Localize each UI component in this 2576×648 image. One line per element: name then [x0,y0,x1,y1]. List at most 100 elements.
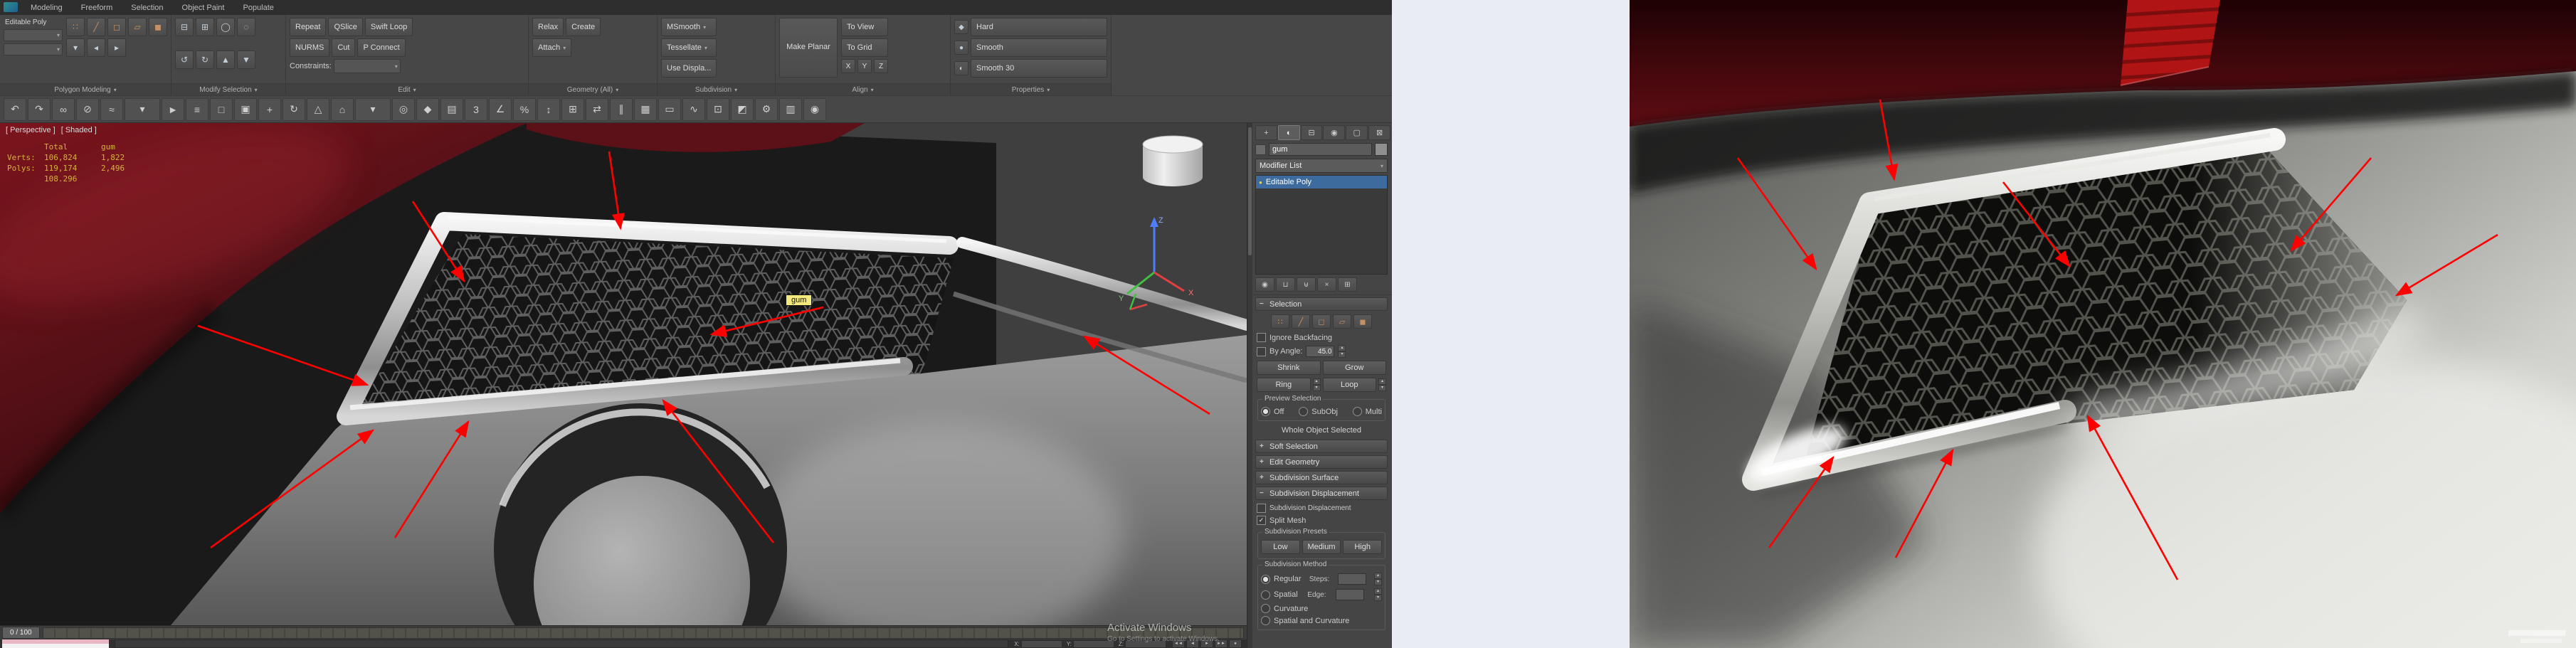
select-and-move-icon[interactable]: + [258,97,281,121]
collapse-stack-icon[interactable]: ▾ [66,38,85,57]
show-end-result-icon[interactable]: ⊔ [1276,277,1295,292]
panel-caption-modify-selection[interactable]: Modify Selection ▾ [171,83,285,95]
qslice-button[interactable]: QSlice [328,18,363,36]
select-and-manipulate-icon[interactable]: ◆ [416,97,439,121]
render-production-icon[interactable]: ◉ [803,97,826,121]
preview-multi-radio[interactable] [1352,407,1362,416]
edge-icon[interactable]: ╱ [87,18,105,36]
by-angle-field[interactable]: 45.0 [1306,346,1335,357]
snap-toggle-icon[interactable]: 3 [465,97,487,121]
select-by-name-icon[interactable]: ≡ [186,97,208,121]
select-object-icon[interactable]: ► [162,97,184,121]
tab-utilities[interactable]: ⊠ [1368,125,1390,140]
scrollbar-thumb[interactable] [1248,127,1252,255]
reference-coordinate-dropdown[interactable]: ▾ [355,97,391,121]
select-and-rotate-icon[interactable]: ↻ [283,97,305,121]
shrink-selection-icon[interactable]: ⊟ [175,18,194,36]
use-displacement-button[interactable]: Use Displa... [661,59,717,78]
render-setup-icon[interactable]: ⚙ [755,97,778,121]
loop-shrink-icon[interactable]: ↻ [196,50,214,69]
edge-field[interactable] [1336,589,1365,600]
material-editor-icon[interactable]: ◩ [731,97,754,121]
use-pivot-center-icon[interactable]: ◎ [392,97,415,121]
curve-editor-icon[interactable]: ∿ [682,97,705,121]
make-planar-y-button[interactable]: Y [857,59,872,73]
ring-selection-icon[interactable]: ◌ [237,18,255,36]
make-planar-x-button[interactable]: X [841,59,855,73]
align-icon[interactable]: ∥ [610,97,633,121]
attach-button[interactable]: Attach ▾ [532,38,572,57]
loop-button[interactable]: Loop [1322,378,1376,392]
steps-field[interactable] [1337,573,1366,585]
method-spatial-radio[interactable] [1261,590,1270,600]
modifier-stack-mini-dropdown[interactable]: ▾ [4,29,63,41]
perspective-viewport[interactable]: X Y Z [ Perspective ] [ Shaded ] Total g… [0,123,1247,625]
viewport-shading-label[interactable]: [ Shaded ] [61,126,97,134]
tab-display[interactable]: ▢ [1346,125,1368,140]
edit-named-selections-icon[interactable]: ⊞ [561,97,584,121]
to-view-button[interactable]: To View [841,18,888,36]
vertex-icon[interactable]: ∷ [66,18,85,36]
by-angle-spinner[interactable]: ▴ ▾ [1338,345,1346,358]
coordinate-field[interactable] [1020,639,1062,648]
polygon-icon[interactable]: ▱ [128,18,147,36]
ribbon-tab[interactable]: Selection [122,0,172,15]
bind-to-space-warp-icon[interactable]: ≈ [100,97,123,121]
rendered-frame-icon[interactable]: ▥ [779,97,802,121]
time-slider-handle[interactable]: 0 / 100 [2,627,40,639]
timeline-ruler[interactable] [42,627,1244,639]
panel-caption-geometry[interactable]: Geometry (All) ▾ [529,83,657,95]
modifier-stack[interactable]: ● Editable Poly [1255,175,1388,275]
undo-icon[interactable]: ↶ [4,97,26,121]
split-mesh-checkbox[interactable]: ✓ [1257,516,1266,525]
rectangular-selection-icon[interactable]: □ [210,97,233,121]
coordinate-field[interactable] [1072,639,1114,648]
next-modifier-icon[interactable]: ▸ [107,38,126,57]
make-unique-icon[interactable]: ⊎ [1297,277,1316,292]
angle-snap-icon[interactable]: ∠ [489,97,512,121]
stack-item-editable-poly[interactable]: ● Editable Poly [1256,176,1387,188]
shrink-button[interactable]: Shrink [1257,361,1321,375]
nurms-button[interactable]: NURMS [290,38,330,57]
swift-loop-button[interactable]: Swift Loop [364,18,413,36]
toggle-ribbon-icon[interactable]: ▭ [658,97,681,121]
preview-mini-dropdown[interactable]: ▾ [4,43,63,55]
by-angle-checkbox[interactable] [1257,346,1266,356]
pin-stack-icon[interactable]: ◉ [1255,277,1274,292]
select-and-scale-icon[interactable]: △ [307,97,329,121]
hard-button[interactable]: Hard [971,18,1107,36]
element-icon[interactable]: ◼ [1353,314,1372,329]
border-icon[interactable]: ◻ [107,18,126,36]
relax-button[interactable]: Relax [532,18,564,36]
select-and-link-icon[interactable]: ∞ [52,97,75,121]
preview-off-radio[interactable] [1261,407,1270,416]
loop-spinner[interactable]: ▴ ▾ [1378,378,1386,391]
make-planar-z-button[interactable]: Z [874,59,888,73]
method-spatial-curvature-radio[interactable] [1261,616,1270,625]
command-panel-scrollbar[interactable] [1247,123,1252,648]
repeat-button[interactable]: Repeat [290,18,327,36]
loop-selection-icon[interactable]: ◯ [216,18,235,36]
smooth-button[interactable]: Smooth [971,38,1107,57]
ribbon-tab[interactable]: Populate [233,0,283,15]
play-icon[interactable]: ► [1200,639,1213,648]
vertex-icon[interactable]: ∷ [1271,314,1289,329]
panel-caption-subdivision[interactable]: Subdivision ▾ [658,83,775,95]
modifier-list-dropdown[interactable]: Modifier List ▾ [1255,159,1388,173]
tab-motion[interactable]: ◉ [1323,125,1346,140]
tab-hierarchy[interactable]: ⊟ [1300,125,1323,140]
make-planar-button[interactable]: Make Planar [779,18,838,78]
selection-filter-dropdown[interactable]: ▾ [125,97,160,121]
select-and-place-icon[interactable]: ⌂ [331,97,354,121]
remove-modifier-icon[interactable]: × [1317,277,1336,292]
p-connect-button[interactable]: P Connect [357,38,406,57]
rollout-header[interactable]: + Soft Selection [1255,440,1388,453]
subdivision-preset-button[interactable]: Low [1261,540,1300,554]
ring-spinner[interactable]: ▴ ▾ [1312,378,1321,391]
mirror-icon[interactable]: ⇄ [586,97,608,121]
subdivision-preset-button[interactable]: High [1343,540,1383,554]
edge-icon[interactable]: ╱ [1292,314,1310,329]
keyboard-override-icon[interactable]: ▤ [440,97,463,121]
panel-caption-align[interactable]: Align ▾ [776,83,950,95]
panel-caption-properties[interactable]: Properties ▾ [951,83,1111,95]
